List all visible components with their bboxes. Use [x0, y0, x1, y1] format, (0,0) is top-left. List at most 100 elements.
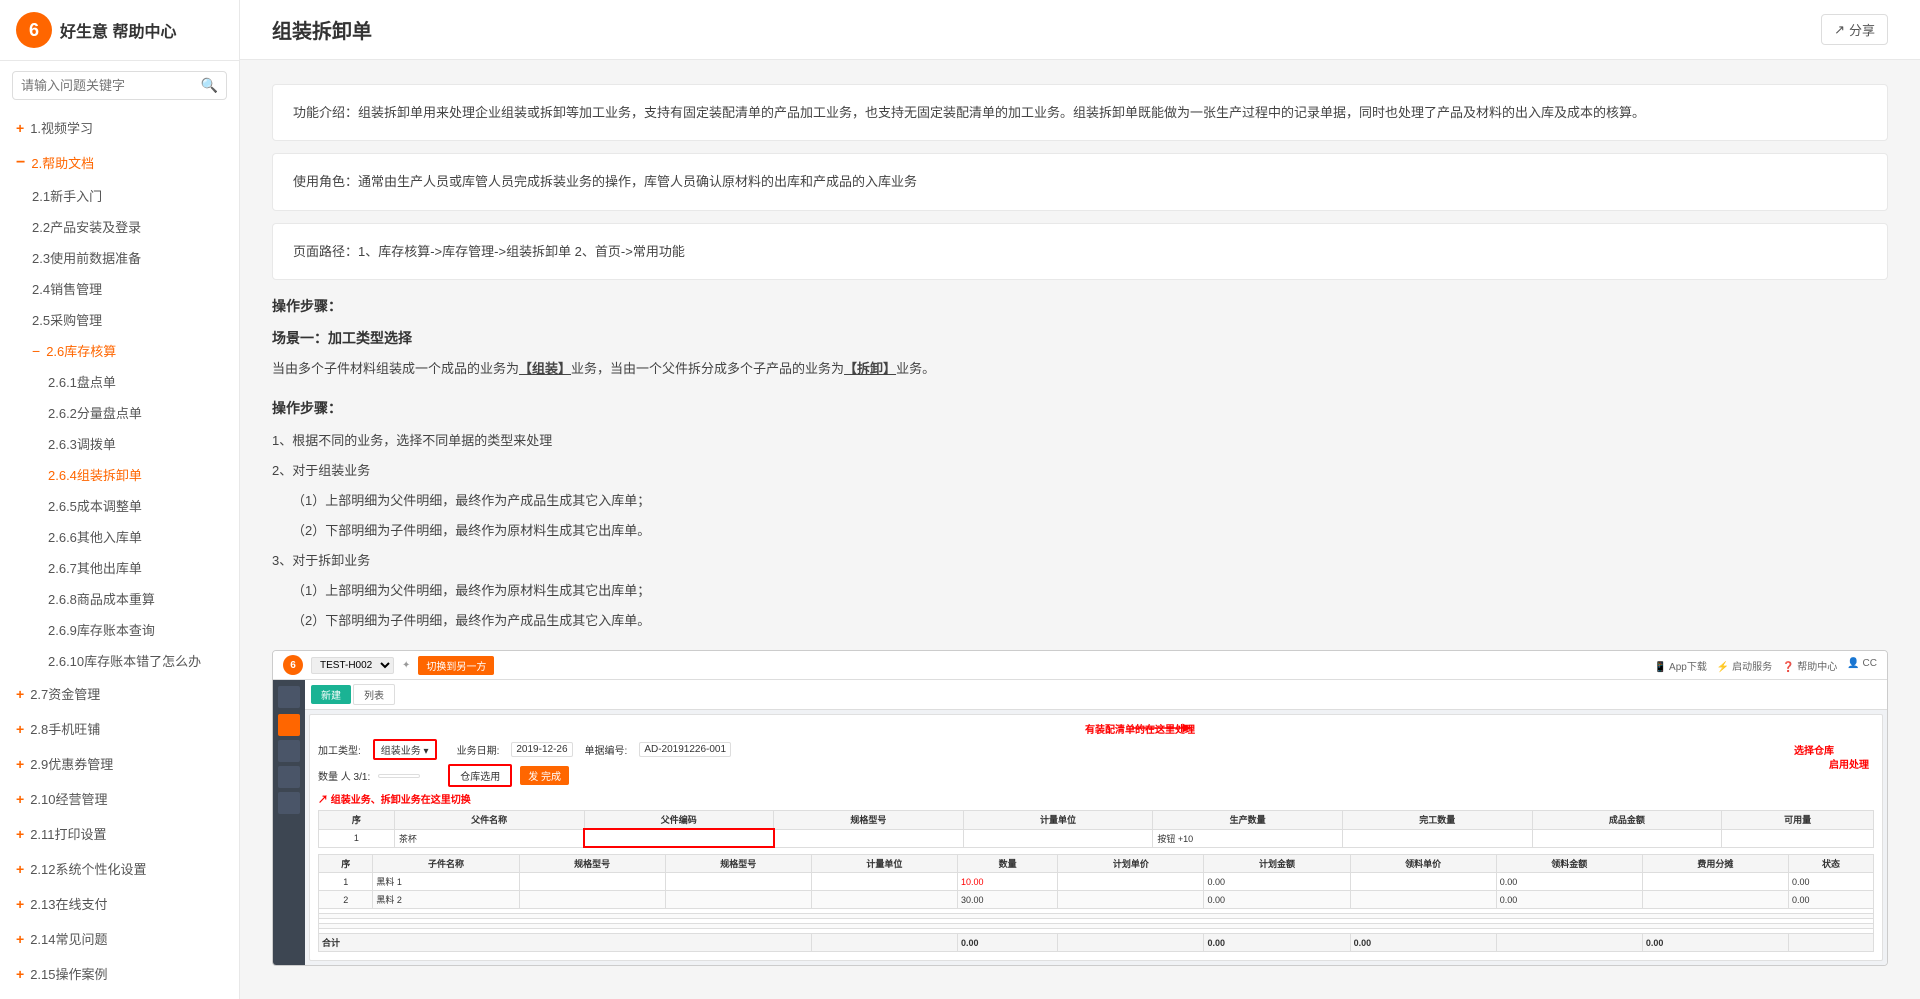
logo-icon: 6: [16, 12, 52, 48]
mock-std-cost2: [1642, 891, 1788, 909]
sidebar-item-inventory[interactable]: − 2.6库存核算: [32, 335, 239, 366]
mock-org-select[interactable]: TEST-H002: [311, 657, 394, 674]
sidebar-item-otheroutbound[interactable]: 2.6.7其他出库单: [48, 552, 239, 583]
sidebar-item-otherinbound[interactable]: 2.6.6其他入库单: [48, 521, 239, 552]
sidebar-item-faq[interactable]: +2.14常见问题: [0, 921, 239, 956]
annotation-warehouse: 选择仓库: [1794, 742, 1834, 757]
expand-icon: +: [16, 756, 24, 772]
annotation-enable: 启用处理: [1829, 756, 1869, 771]
mock-main: 新建 列表 有装配清单的在这里处理 加工类型:: [273, 680, 1887, 965]
mock-sidebar-icon1: [278, 686, 300, 708]
mock-std-status2: 0.00: [1789, 891, 1874, 909]
mock-foot-v8: [1789, 934, 1874, 952]
mock-td-doneqty1: [1343, 829, 1533, 847]
mock-logo: 6: [283, 655, 303, 675]
sidebar-item-purchase[interactable]: 2.5采购管理: [32, 304, 239, 335]
mock-std-qty2: 30.00: [957, 891, 1057, 909]
mock-th-spec: 规格型号: [774, 811, 964, 830]
sidebar-item-cases[interactable]: +2.15操作案例: [0, 956, 239, 991]
mock-switch-btn[interactable]: 切换到另一方: [418, 656, 494, 675]
sidebar-item-mobile[interactable]: +2.8手机旺铺: [0, 711, 239, 746]
mock-std-seq1: 1: [319, 873, 373, 891]
mock-std-actualamount1: 0.00: [1496, 873, 1642, 891]
sidebar-item-label: 2.9优惠券管理: [30, 754, 113, 773]
mock-start-service: ⚡ 启动服务: [1717, 658, 1772, 673]
main-header: 组装拆卸单 ↗ 分享: [240, 0, 1920, 60]
mock-th-doneqty: 完工数量: [1343, 811, 1533, 830]
sidebar-item-newuser[interactable]: 2.1新手入门: [32, 180, 239, 211]
mock-std-unit2: [811, 891, 957, 909]
steps-heading: 操作步骤：: [272, 398, 1888, 418]
scene1-heading: 场景一：加工类型选择: [272, 328, 1888, 348]
mock-warehouse-select[interactable]: 仓库选用: [448, 764, 512, 787]
expand-icon: +: [16, 120, 24, 136]
sidebar-item-costreset[interactable]: 2.6.8商品成本重算: [48, 583, 239, 614]
sidebar-item-costadjust[interactable]: 2.6.5成本调整单: [48, 490, 239, 521]
mock-qty-field[interactable]: [378, 774, 420, 778]
sidebar-item-video[interactable]: + 1.视频学习: [0, 110, 239, 145]
sidebar-item-partialcount[interactable]: 2.6.2分量盘点单: [48, 397, 239, 428]
sidebar-item-helpdoc[interactable]: − 2.帮助文档: [0, 145, 239, 180]
mock-type-label: 加工类型:: [318, 742, 361, 757]
expand-icon: +: [16, 721, 24, 737]
mock-th-code: 父件编码: [584, 811, 774, 830]
expand-icon: +: [16, 896, 24, 912]
ops-heading: 操作步骤：: [272, 296, 1888, 316]
mock-confirm-btn[interactable]: 发 完成: [520, 766, 569, 785]
mock-sth-seq: 序: [319, 855, 373, 873]
mock-sidebar-icon5: [278, 792, 300, 814]
mock-foot-v5: 0.00: [1350, 934, 1496, 952]
search-input[interactable]: [21, 78, 201, 93]
mock-std-cost1: [1642, 873, 1788, 891]
annotation-arrow1: [1132, 721, 1192, 738]
mock-tabs-bar: 新建 列表: [305, 680, 1887, 710]
mock-sth-name: 子件名称: [373, 855, 519, 873]
sidebar-item-sales[interactable]: 2.4销售管理: [32, 273, 239, 304]
mock-th-unit: 计量单位: [963, 811, 1153, 830]
sidebar-item-transfer[interactable]: 2.6.3调拨单: [48, 428, 239, 459]
sidebar-item-payment[interactable]: +2.13在线支付: [0, 886, 239, 921]
sidebar-item-label: 2.14常见问题: [30, 929, 107, 948]
page-title: 组装拆卸单: [272, 15, 372, 44]
sidebar-item-label: 2.10经营管理: [30, 789, 107, 808]
mock-std-planprice1: [1058, 873, 1204, 891]
search-box[interactable]: 🔍: [12, 71, 227, 100]
sidebar-item-coupon[interactable]: +2.9优惠券管理: [0, 746, 239, 781]
mock-std-spec2-2: [665, 891, 811, 909]
share-button[interactable]: ↗ 分享: [1821, 14, 1888, 45]
mock-type-select[interactable]: 组装业务 ▾: [373, 739, 437, 760]
info-block-path: 页面路径：1、库存核算->库存管理->组装拆卸单 2、首页->常用功能: [272, 223, 1888, 280]
sidebar-item-finance[interactable]: +2.7资金管理: [0, 676, 239, 711]
sidebar-item-print[interactable]: +2.11打印设置: [0, 816, 239, 851]
mock-tab-new[interactable]: 新建: [311, 685, 351, 704]
mock-std-actualamount2: 0.00: [1496, 891, 1642, 909]
sidebar-item-dataprep[interactable]: 2.3使用前数据准备: [32, 242, 239, 273]
mock-content: 新建 列表 有装配清单的在这里处理 加工类型:: [305, 680, 1887, 965]
sidebar-item-assembly[interactable]: 2.6.4组装拆卸单: [48, 459, 239, 490]
mock-foot-v2: 0.00: [957, 934, 1057, 952]
search-icon[interactable]: 🔍: [201, 77, 218, 94]
sidebar-item-ledgererror[interactable]: 2.6.10库存账本错了怎么办: [48, 645, 239, 676]
mock-sub-table-wrapper: 无固定清单可批量在这里录入 序 子件名称 规格型号 规格型号 计量: [318, 854, 1874, 952]
mock-sth-status: 状态: [1789, 855, 1874, 873]
step-3-2: （2）下部明细为子件明细，最终作为产成品生成其它入库单。: [272, 608, 1888, 634]
mock-std-unit1: [811, 873, 957, 891]
sidebar-item-ops[interactable]: +2.10经营管理: [0, 781, 239, 816]
sidebar-item-stockledger[interactable]: 2.6.9库存账本查询: [48, 614, 239, 645]
mock-sth-cost: 费用分摊: [1642, 855, 1788, 873]
mock-no-value[interactable]: AD-20191226-001: [639, 742, 731, 757]
mock-no-label: 单据编号:: [585, 742, 628, 757]
expand-icon: +: [16, 826, 24, 842]
mock-foot-v1: [811, 934, 957, 952]
share-label: 分享: [1849, 20, 1875, 39]
sidebar-item-personalize[interactable]: +2.12系统个性化设置: [0, 851, 239, 886]
step-2-1: （1）上部明细为父件明细，最终作为产成品生成其它入库单；: [272, 488, 1888, 514]
mock-date-value[interactable]: 2019-12-26: [511, 742, 572, 757]
arrow-svg1: [1132, 721, 1192, 735]
sidebar-item-stockcount[interactable]: 2.6.1盘点单: [48, 366, 239, 397]
sidebar-item-install[interactable]: 2.2产品安装及登录: [32, 211, 239, 242]
step-1: 1、根据不同的业务，选择不同单据的类型来处理: [272, 428, 1888, 454]
mock-sth-actualamount: 领料金额: [1496, 855, 1642, 873]
mock-tab-list[interactable]: 列表: [353, 684, 395, 705]
mock-std-status1: 0.00: [1789, 873, 1874, 891]
